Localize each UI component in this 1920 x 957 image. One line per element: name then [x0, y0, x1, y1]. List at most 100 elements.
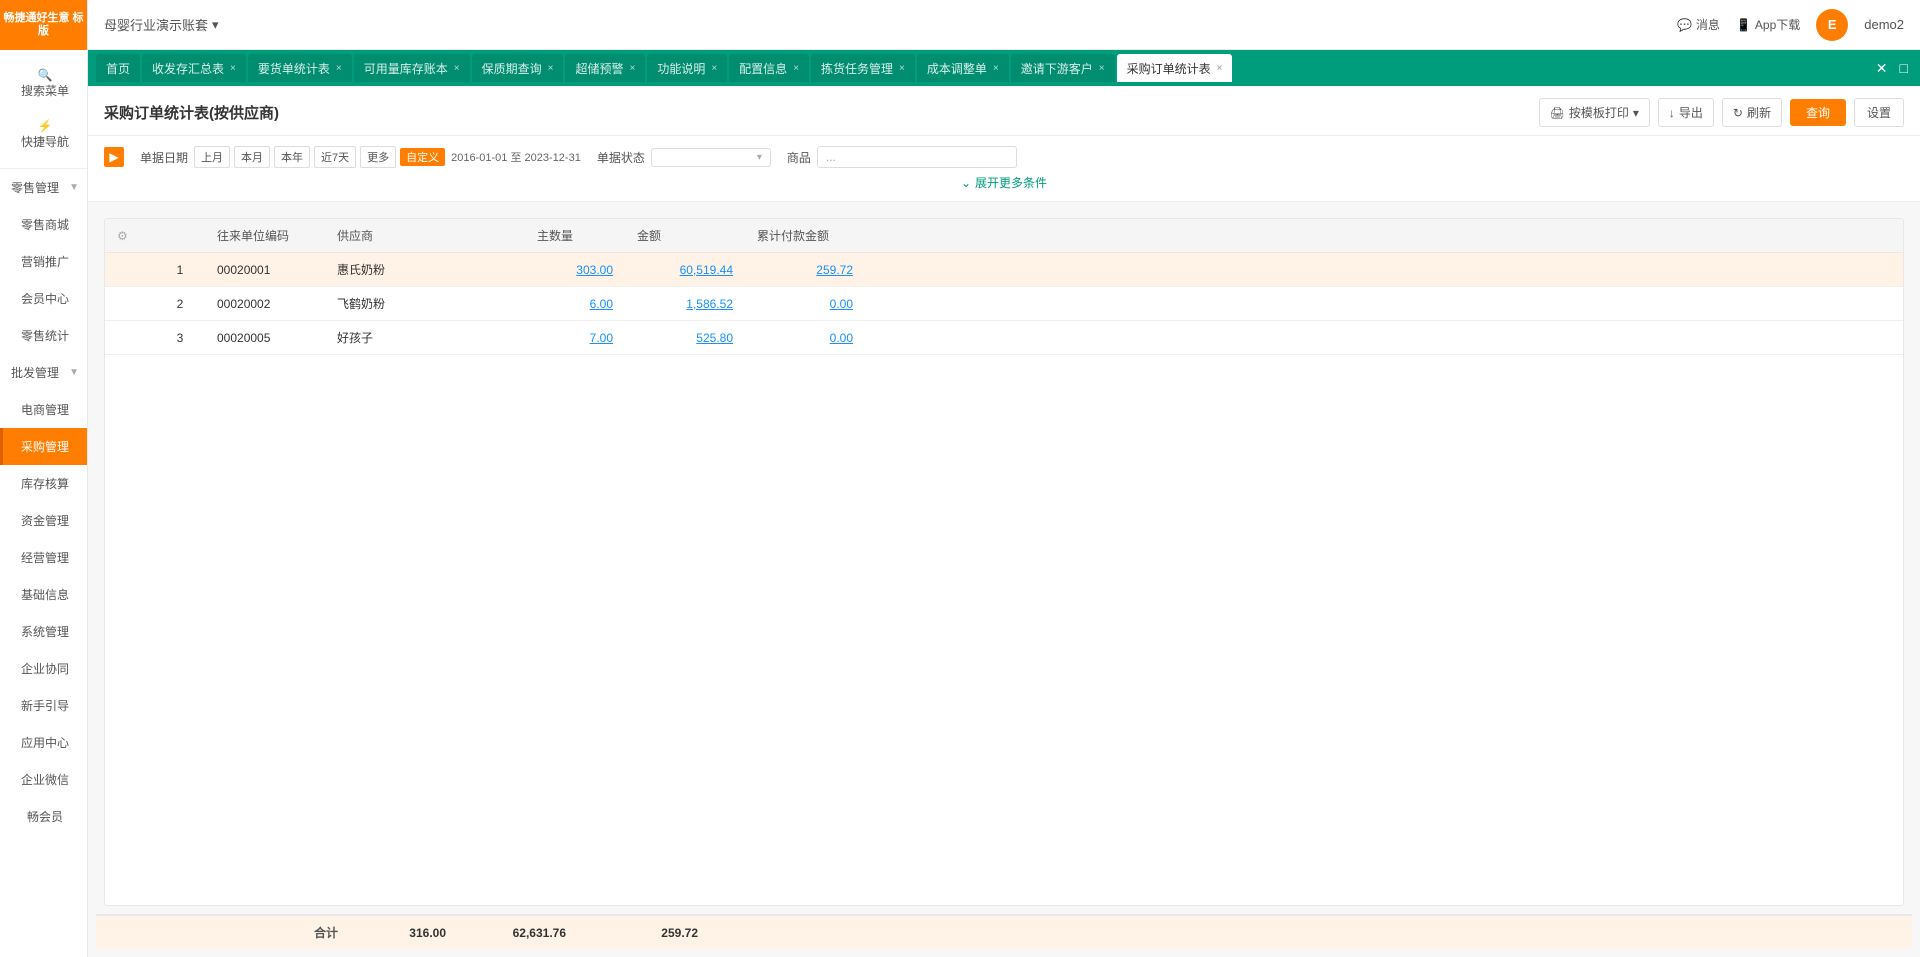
tab-goods-stats[interactable]: 要货单统计表×: [248, 54, 352, 82]
sidebar-item-app-center[interactable]: 应用中心: [0, 724, 87, 761]
refresh-icon: ↻: [1733, 106, 1743, 120]
row-qty-cell: 6.00: [525, 287, 625, 321]
sidebar-item-enterprise-wechat[interactable]: 企业微信: [0, 761, 87, 798]
row-qty-link[interactable]: 6.00: [590, 297, 613, 311]
column-settings-icon[interactable]: ⚙: [117, 229, 128, 243]
tab-close-invite-downstream[interactable]: ×: [1099, 63, 1105, 74]
sidebar-item-base-info[interactable]: 基础信息: [0, 576, 87, 613]
tab-purchase-stats[interactable]: 采购订单统计表×: [1117, 54, 1233, 82]
tab-close-func-desc[interactable]: ×: [711, 63, 717, 74]
message-icon: 💬: [1677, 18, 1692, 32]
sidebar-item-search[interactable]: 🔍 搜索菜单: [6, 58, 81, 109]
user-name: demo2: [1864, 17, 1904, 32]
sidebar-item-retail-mall[interactable]: 零售商城: [0, 206, 87, 243]
tab-label-home: 首页: [106, 60, 130, 77]
filter-area: ▶ 单据日期 上月 本月 本年 近7天 更多 自定义 2016-01-01 至: [88, 136, 1920, 202]
row-qty-link[interactable]: 303.00: [576, 263, 613, 277]
filter-date-item: 单据日期 上月 本月 本年 近7天 更多 自定义 2016-01-01 至 20…: [140, 146, 581, 168]
template-print-button[interactable]: 🖨 按模板打印 ▾: [1539, 98, 1650, 127]
topbar-right: 💬 消息 📱 App下载 E demo2: [1677, 9, 1904, 41]
date-more-btn[interactable]: 更多: [360, 146, 396, 168]
tab-close-all-button[interactable]: ✕: [1872, 58, 1892, 79]
status-select[interactable]: ▾: [651, 148, 771, 167]
tab-inventory-ledger[interactable]: 可用量库存账本 ×: [354, 54, 470, 82]
sidebar-item-member[interactable]: 会员中心: [0, 280, 87, 317]
tab-close-overstock-warning[interactable]: ×: [629, 63, 635, 74]
app-logo-text: 畅捷通好生意 标版: [0, 12, 87, 38]
tab-close-cost-adjust[interactable]: ×: [993, 63, 999, 74]
row-paid-link[interactable]: 0.00: [830, 331, 853, 345]
sidebar-item-finance[interactable]: 资金管理: [0, 502, 87, 539]
sidebar-item-retail-stats[interactable]: 零售统计: [0, 317, 87, 354]
tab-pickup-task[interactable]: 拣货任务管理×: [811, 54, 915, 82]
status-select-arrow-icon: ▾: [757, 152, 762, 163]
row-paid-link[interactable]: 259.72: [816, 263, 853, 277]
tab-close-receive-pay[interactable]: ×: [230, 63, 236, 74]
date-this-year-btn[interactable]: 本年: [274, 146, 310, 168]
settings-button[interactable]: 设置: [1854, 98, 1904, 127]
tab-func-desc[interactable]: 功能说明 ×: [647, 54, 727, 82]
refresh-button[interactable]: ↻ 刷新: [1722, 98, 1782, 127]
tab-label-inventory-ledger: 可用量库存账本: [364, 60, 448, 77]
workspace-selector[interactable]: 母婴行业演示账套 ▾: [104, 15, 219, 34]
table-header: ⚙ 往来单位编码 供应商 主数量 金额 累计付款金额: [105, 219, 1903, 253]
app-download-button[interactable]: 📱 App下载: [1736, 16, 1800, 33]
tab-cost-adjust[interactable]: 成本调整单×: [917, 54, 1009, 82]
filter-expand-arrow[interactable]: ▶: [104, 147, 124, 167]
export-button[interactable]: ↓ 导出: [1658, 98, 1714, 127]
sidebar-item-purchase[interactable]: 采购管理: [0, 428, 87, 465]
table-row[interactable]: 1 00020001 惠氏奶粉 303.00 60,519.44 259.72: [105, 253, 1903, 287]
sidebar-item-shortcut[interactable]: ⚡ 快捷导航: [6, 109, 81, 160]
user-avatar[interactable]: E: [1816, 9, 1848, 41]
message-button[interactable]: 💬 消息: [1677, 16, 1720, 33]
tab-config-info[interactable]: 配置信息×: [729, 54, 809, 82]
shortcut-icon: ⚡: [38, 119, 53, 133]
tab-close-goods-stats[interactable]: ×: [336, 63, 342, 74]
topbar: 母婴行业演示账套 ▾ 💬 消息 📱 App下载 E demo2: [88, 0, 1920, 50]
sidebar-item-inventory[interactable]: 库存核算: [0, 465, 87, 502]
date-last-month-btn[interactable]: 上月: [194, 146, 230, 168]
tab-close-config-info[interactable]: ×: [793, 63, 799, 74]
tab-label-func-desc: 功能说明: [657, 60, 705, 77]
tab-expiry-query[interactable]: 保质期查询×: [472, 54, 564, 82]
sidebar-item-new-guide[interactable]: 新手引导: [0, 687, 87, 724]
tab-home[interactable]: 首页: [96, 54, 140, 82]
table-row[interactable]: 2 00020002 飞鹤奶粉 6.00 1,586.52 0.00: [105, 287, 1903, 321]
sidebar-item-label-member: 会员中心: [21, 290, 69, 307]
tab-close-inventory-ledger[interactable]: ×: [454, 63, 460, 74]
table-row[interactable]: 3 00020005 好孩子 7.00 525.80 0.00: [105, 321, 1903, 355]
page-actions: 🖨 按模板打印 ▾ ↓ 导出 ↻ 刷新 查询 设置: [1539, 98, 1904, 127]
print-icon: 🖨: [1550, 106, 1565, 120]
footer-total-paid: 259.72: [578, 926, 698, 940]
row-amount-link[interactable]: 1,586.52: [686, 297, 733, 311]
row-amount-link[interactable]: 525.80: [696, 331, 733, 345]
query-button[interactable]: 查询: [1790, 99, 1846, 126]
status-filter-label: 单据状态: [597, 149, 645, 166]
sidebar-item-operations[interactable]: 经营管理: [0, 539, 87, 576]
goods-input[interactable]: ...: [817, 146, 1017, 168]
sidebar-item-sys-manage[interactable]: 系统管理: [0, 613, 87, 650]
sidebar-item-member-vip[interactable]: 畅会员: [0, 798, 87, 835]
tab-close-expiry-query[interactable]: ×: [548, 63, 554, 74]
sidebar-item-wholesale[interactable]: 批发管理▼: [0, 354, 87, 391]
tab-overstock-warning[interactable]: 超储预警×: [565, 54, 645, 82]
row-paid-link[interactable]: 0.00: [830, 297, 853, 311]
tab-maximize-button[interactable]: □: [1896, 58, 1912, 78]
date-this-month-btn[interactable]: 本月: [234, 146, 270, 168]
sidebar-item-enterprise-collab[interactable]: 企业协同: [0, 650, 87, 687]
table-container: ⚙ 往来单位编码 供应商 主数量 金额 累计付款金额 1: [104, 218, 1904, 906]
sidebar-item-marketing[interactable]: 营销推广: [0, 243, 87, 280]
date-7days-btn[interactable]: 近7天: [314, 146, 356, 168]
row-qty-link[interactable]: 7.00: [590, 331, 613, 345]
sidebar-item-retail[interactable]: 零售管理▼: [0, 169, 87, 206]
expand-more-conditions-btn[interactable]: ⌄ 展开更多条件: [104, 174, 1904, 191]
tab-list: 首页收发存汇总表×要货单统计表×可用量库存账本×保质期查询×超储预警×功能说明×…: [96, 54, 1232, 82]
tab-receive-pay[interactable]: 收发存汇总表×: [142, 54, 246, 82]
row-amount-link[interactable]: 60,519.44: [680, 263, 733, 277]
sidebar-item-ecommerce[interactable]: 电商管理: [0, 391, 87, 428]
tab-close-purchase-stats[interactable]: ×: [1217, 63, 1223, 74]
row-settings-cell: [105, 253, 155, 287]
tab-invite-downstream[interactable]: 邀请下游客户×: [1011, 54, 1115, 82]
footer-total-amount: 62,631.76: [458, 926, 578, 940]
tab-close-pickup-task[interactable]: ×: [899, 63, 905, 74]
